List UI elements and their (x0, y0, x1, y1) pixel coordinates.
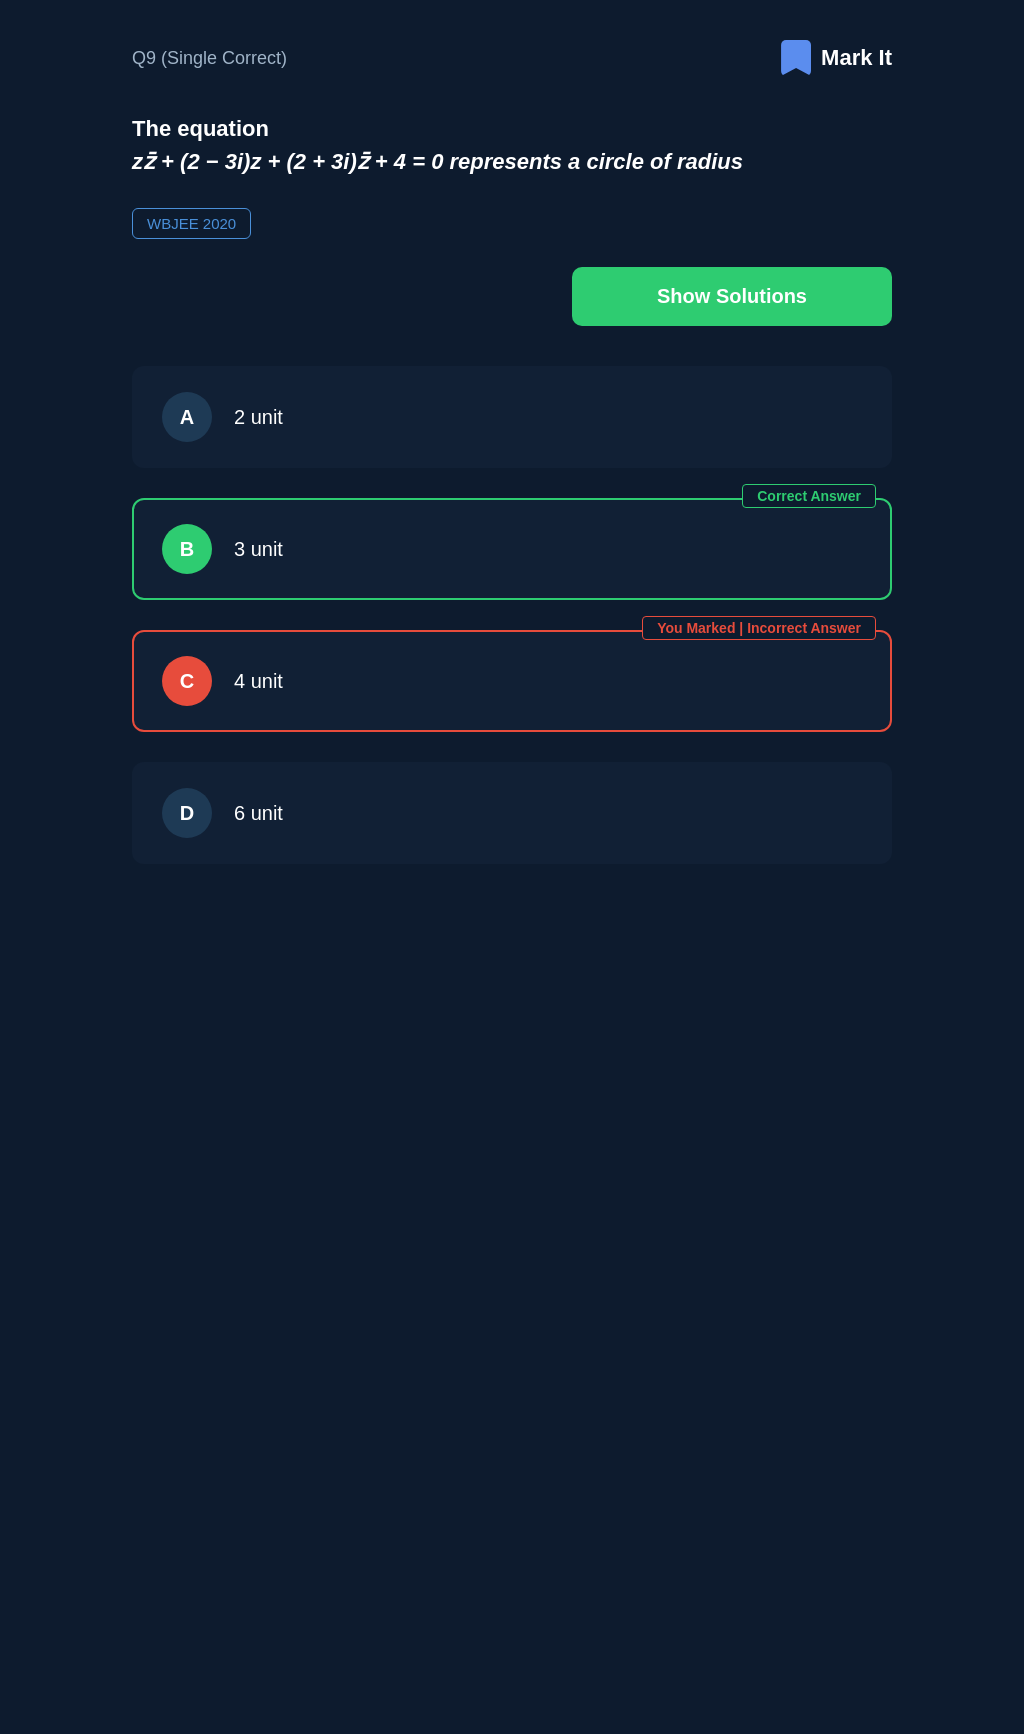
option-text-b: 3 unit (234, 538, 283, 561)
option-wrapper-d: D 6 unit (132, 762, 892, 864)
option-card-a[interactable]: A 2 unit (132, 366, 892, 468)
option-text-a: 2 unit (234, 406, 283, 429)
option-text-d: 6 unit (234, 802, 283, 825)
option-circle-d: D (162, 788, 212, 838)
exam-tag: WBJEE 2020 (132, 208, 251, 239)
option-circle-b: B (162, 524, 212, 574)
option-circle-c: C (162, 656, 212, 706)
option-wrapper-a: A 2 unit (132, 366, 892, 468)
option-card-b[interactable]: B 3 unit (132, 498, 892, 600)
question-section: The equation zz̄ + (2 − 3i)z + (2 + 3i)z… (132, 112, 892, 178)
question-equation: zz̄ + (2 − 3i)z + (2 + 3i)z̄ + 4 = 0 rep… (132, 149, 743, 174)
option-wrapper-c: You Marked | Incorrect Answer C 4 unit (132, 630, 892, 732)
incorrect-answer-tag: You Marked | Incorrect Answer (642, 616, 876, 640)
tag-section: WBJEE 2020 (132, 208, 892, 239)
mark-it-label: Mark It (821, 45, 892, 71)
header: Q9 (Single Correct) Mark It (132, 40, 892, 76)
show-solutions-section: Show Solutions (132, 267, 892, 326)
show-solutions-button[interactable]: Show Solutions (572, 267, 892, 326)
mark-it-button[interactable]: Mark It (781, 40, 892, 76)
options-section: A 2 unit Correct Answer B 3 unit You Mar… (132, 366, 892, 894)
option-card-d[interactable]: D 6 unit (132, 762, 892, 864)
bookmark-icon (781, 40, 811, 76)
option-circle-a: A (162, 392, 212, 442)
question-intro: The equation zz̄ + (2 − 3i)z + (2 + 3i)z… (132, 112, 892, 178)
question-label: Q9 (Single Correct) (132, 48, 287, 69)
correct-answer-tag: Correct Answer (742, 484, 876, 508)
option-wrapper-b: Correct Answer B 3 unit (132, 498, 892, 600)
page-container: Q9 (Single Correct) Mark It The equation… (102, 0, 922, 934)
option-text-c: 4 unit (234, 670, 283, 693)
option-card-c[interactable]: C 4 unit (132, 630, 892, 732)
